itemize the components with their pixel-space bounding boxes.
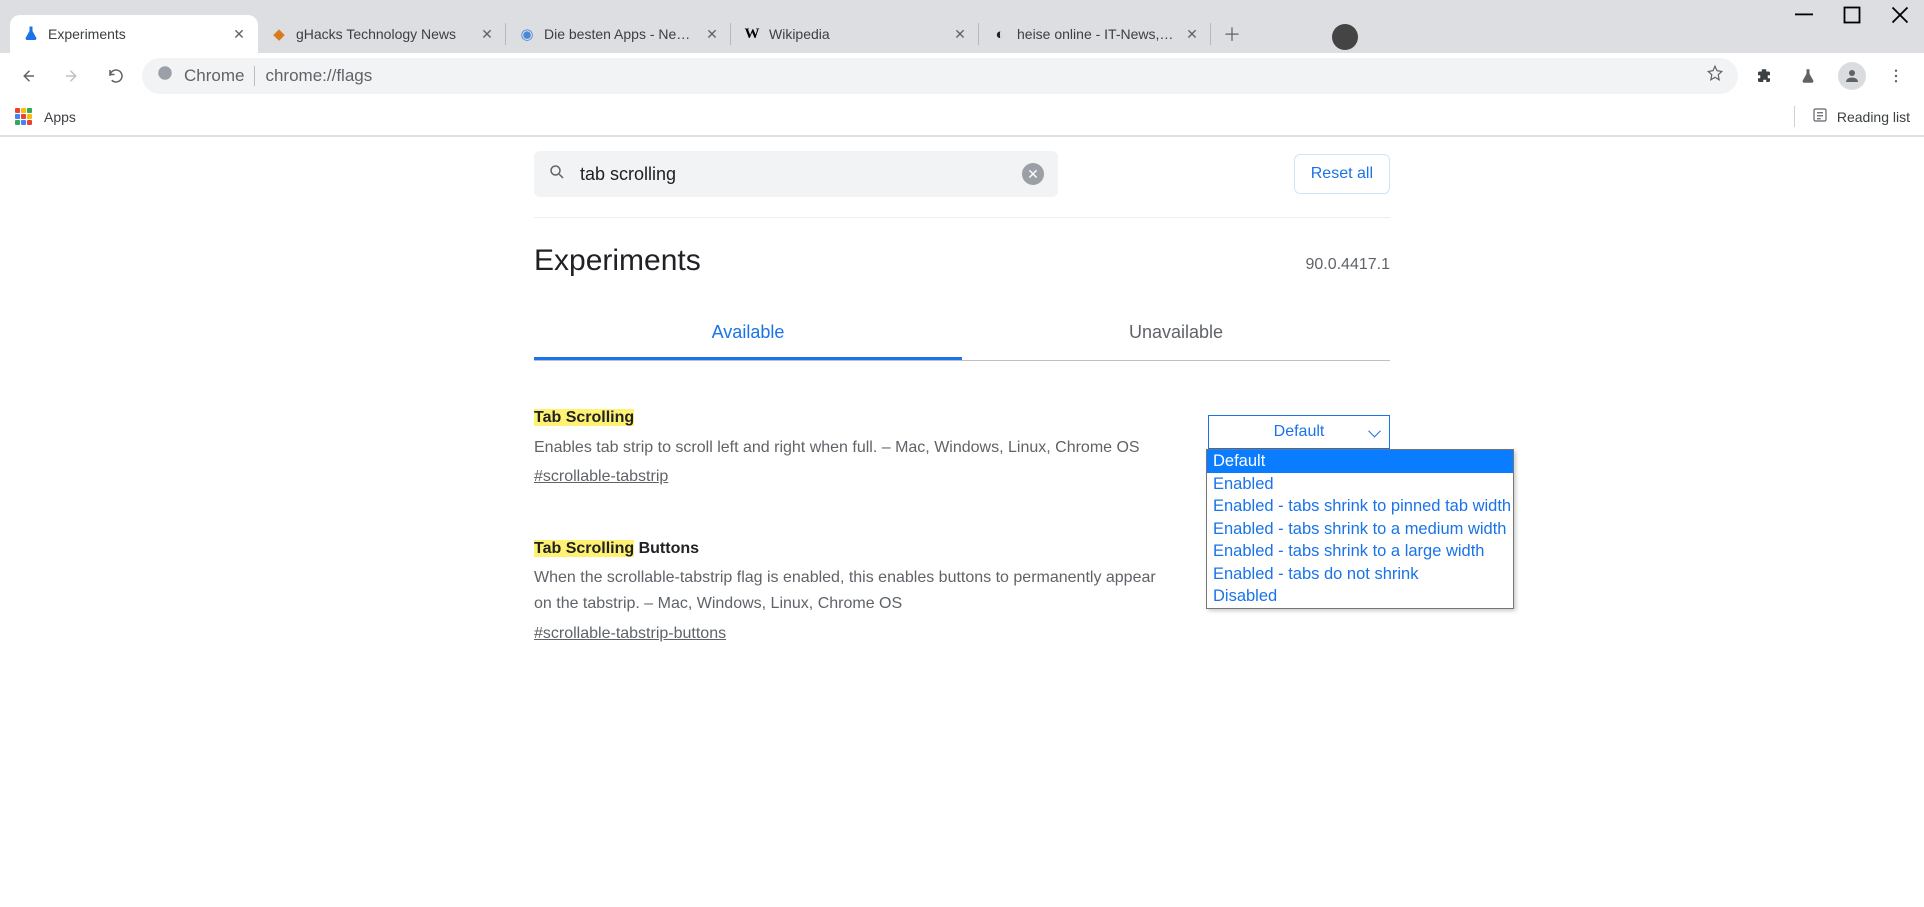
reload-button[interactable] <box>98 58 134 94</box>
favicon-icon: W <box>743 25 761 43</box>
profile-avatar-icon[interactable] <box>1834 58 1870 94</box>
reading-list-button[interactable]: Reading list <box>1794 106 1910 127</box>
bookmarks-bar: Apps Reading list <box>0 98 1924 136</box>
tab-title: gHacks Technology News <box>296 26 470 42</box>
back-button[interactable] <box>10 58 46 94</box>
select-option[interactable]: Default <box>1207 450 1513 473</box>
select-option[interactable]: Enabled - tabs do not shrink <box>1207 563 1513 586</box>
flag-anchor-link[interactable]: #scrollable-tabstrip-buttons <box>534 621 726 647</box>
highlight-text: Tab Scrolling <box>534 540 634 557</box>
page-header: Experiments 90.0.4417.1 <box>534 244 1390 278</box>
browser-tab[interactable]: ◆ gHacks Technology News ✕ <box>258 15 506 53</box>
tab-strip: Experiments ✕ ◆ gHacks Technology News ✕… <box>0 0 1780 53</box>
close-icon[interactable]: ✕ <box>230 25 248 43</box>
labs-icon[interactable] <box>1790 58 1826 94</box>
flags-search-box[interactable]: ✕ <box>534 151 1058 197</box>
apps-label[interactable]: Apps <box>44 109 76 125</box>
close-icon[interactable]: ✕ <box>1183 25 1201 43</box>
flag-title: Tab Scrolling <box>534 405 1168 431</box>
url-text: chrome://flags <box>265 66 372 86</box>
tab-title: Experiments <box>48 26 222 42</box>
tab-title: Wikipedia <box>769 26 943 42</box>
browser-tab[interactable]: ◐ heise online - IT-News, Na ✕ <box>979 15 1211 53</box>
close-icon[interactable]: ✕ <box>951 25 969 43</box>
browser-tab[interactable]: Experiments ✕ <box>10 15 258 53</box>
page-title: Experiments <box>534 244 701 278</box>
reading-list-icon <box>1811 106 1829 127</box>
site-icon <box>156 64 174 87</box>
browser-tab[interactable]: ◉ Die besten Apps - News, A ✕ <box>506 15 731 53</box>
close-icon[interactable]: ✕ <box>478 25 496 43</box>
kebab-menu-icon[interactable] <box>1878 58 1914 94</box>
new-tab-button[interactable]: ＋ <box>1217 19 1247 49</box>
window-titlebar: Experiments ✕ ◆ gHacks Technology News ✕… <box>0 0 1924 53</box>
separator <box>254 66 255 86</box>
forward-button[interactable] <box>54 58 90 94</box>
flag-description: When the scrollable-tabstrip flag is ena… <box>534 565 1168 616</box>
search-icon <box>548 163 566 186</box>
flag-title: Tab Scrolling Buttons <box>534 536 1168 562</box>
select-option[interactable]: Enabled - tabs shrink to a large width <box>1207 540 1513 563</box>
favicon-icon: ◐ <box>991 25 1009 43</box>
reset-all-button[interactable]: Reset all <box>1294 154 1390 194</box>
flags-search-row: ✕ Reset all <box>534 145 1390 218</box>
clear-search-icon[interactable]: ✕ <box>1022 163 1044 185</box>
select-option[interactable]: Disabled <box>1207 585 1513 608</box>
reading-list-label: Reading list <box>1837 109 1910 125</box>
minimize-button[interactable] <box>1780 0 1828 30</box>
page-content: ✕ Reset all Experiments 90.0.4417.1 Avai… <box>0 136 1924 907</box>
favicon-icon: ◆ <box>270 25 288 43</box>
flag-item: Tab Scrolling Enables tab strip to scrol… <box>534 405 1390 490</box>
tab-unavailable[interactable]: Unavailable <box>962 308 1390 360</box>
select-value: Default <box>1274 423 1325 441</box>
flag-anchor-link[interactable]: #scrollable-tabstrip <box>534 464 668 490</box>
close-window-button[interactable] <box>1876 0 1924 30</box>
tab-title: Die besten Apps - News, A <box>544 26 695 42</box>
maximize-button[interactable] <box>1828 0 1876 30</box>
url-source-label: Chrome <box>184 66 244 86</box>
tab-available[interactable]: Available <box>534 308 962 360</box>
close-icon[interactable]: ✕ <box>703 25 721 43</box>
flags-tabs: Available Unavailable <box>534 308 1390 361</box>
flag-select[interactable]: Default <box>1208 415 1390 449</box>
chrome-version: 90.0.4417.1 <box>1305 256 1390 278</box>
extensions-icon[interactable] <box>1746 58 1782 94</box>
search-input[interactable] <box>578 163 1010 186</box>
tab-title: heise online - IT-News, Na <box>1017 26 1175 42</box>
flag-description: Enables tab strip to scroll left and rig… <box>534 435 1168 461</box>
flag-select-dropdown: Default Enabled Enabled - tabs shrink to… <box>1206 449 1514 609</box>
select-option[interactable]: Enabled <box>1207 473 1513 496</box>
address-bar[interactable]: Chrome chrome://flags <box>142 58 1738 94</box>
browser-tab[interactable]: W Wikipedia ✕ <box>731 15 979 53</box>
browser-toolbar: Chrome chrome://flags <box>0 53 1924 98</box>
select-option[interactable]: Enabled - tabs shrink to pinned tab widt… <box>1207 495 1513 518</box>
window-buttons <box>1780 0 1924 30</box>
favicon-icon: ◉ <box>518 25 536 43</box>
highlight-text: Tab Scrolling <box>534 409 634 426</box>
flask-icon <box>22 25 40 43</box>
bookmark-star-icon[interactable] <box>1706 64 1724 87</box>
select-option[interactable]: Enabled - tabs shrink to a medium width <box>1207 518 1513 541</box>
extension-shield-icon[interactable] <box>1332 24 1358 50</box>
apps-grid-icon[interactable] <box>14 108 32 126</box>
